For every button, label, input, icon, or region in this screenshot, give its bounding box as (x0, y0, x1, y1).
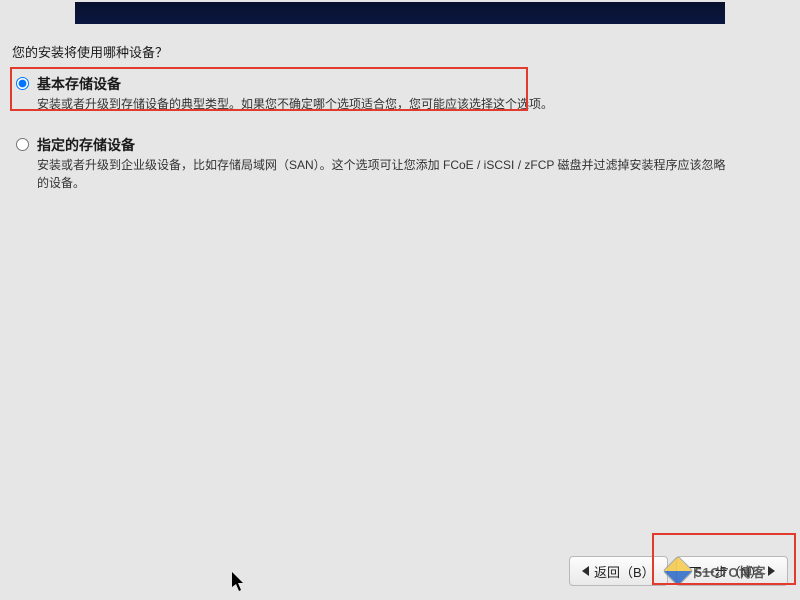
radio-basic-storage[interactable] (16, 77, 29, 90)
option-specialized-storage[interactable]: 指定的存储设备 安装或者升级到企业级设备，比如存储局域网（SAN）。这个选项可让… (12, 131, 780, 200)
option-body: 指定的存储设备 安装或者升级到企业级设备，比如存储局域网（SAN）。这个选项可让… (37, 135, 780, 192)
arrow-right-icon (768, 566, 775, 576)
next-button-label: 下一步（N） (689, 562, 763, 581)
back-button-label: 返回（B） (594, 562, 655, 581)
header-banner (75, 2, 725, 24)
footer-buttons: 返回（B） 下一步（N） (569, 556, 788, 586)
next-button[interactable]: 下一步（N） (676, 556, 788, 586)
back-button[interactable]: 返回（B） (569, 556, 668, 586)
option-desc: 安装或者升级到企业级设备，比如存储局域网（SAN）。这个选项可让您添加 FCoE… (37, 157, 737, 192)
option-basic-storage[interactable]: 基本存储设备 安装或者升级到存储设备的典型类型。如果您不确定哪个选项适合您，您可… (12, 70, 780, 121)
option-body: 基本存储设备 安装或者升级到存储设备的典型类型。如果您不确定哪个选项适合您，您可… (37, 74, 780, 113)
option-title: 指定的存储设备 (37, 135, 780, 155)
page-prompt: 您的安装将使用哪种设备？ (12, 42, 168, 61)
arrow-left-icon (582, 566, 589, 576)
mouse-cursor-icon (232, 572, 246, 592)
option-desc: 安装或者升级到存储设备的典型类型。如果您不确定哪个选项适合您，您可能应该选择这个… (37, 96, 737, 113)
radio-specialized-storage[interactable] (16, 138, 29, 151)
storage-options-group: 基本存储设备 安装或者升级到存储设备的典型类型。如果您不确定哪个选项适合您，您可… (12, 70, 780, 210)
option-title: 基本存储设备 (37, 74, 780, 94)
